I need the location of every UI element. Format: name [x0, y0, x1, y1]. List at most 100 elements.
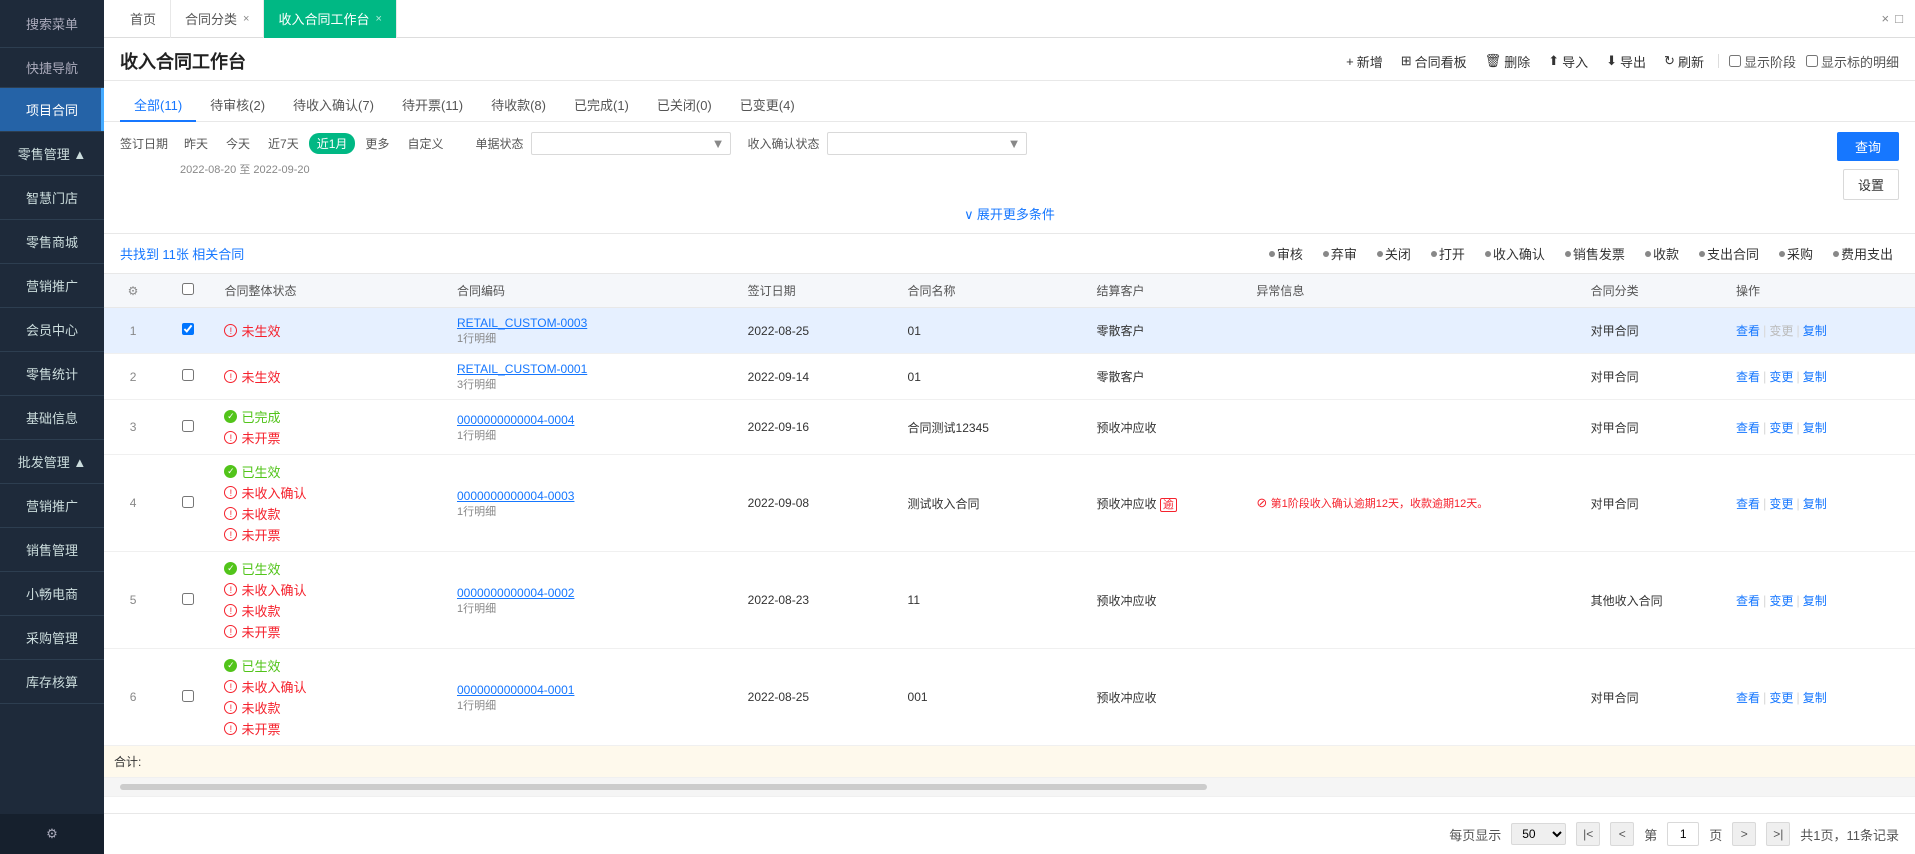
prev-page-btn[interactable]: < [1610, 822, 1634, 846]
action-btn-close[interactable]: 关闭 [1371, 242, 1417, 265]
row-check-4[interactable] [162, 552, 214, 649]
row-check-1[interactable] [162, 354, 214, 400]
action-btn-print[interactable]: 打开 [1425, 242, 1471, 265]
sub-tab-pending-invoice[interactable]: 待开票(11) [388, 89, 477, 122]
op-复制-5[interactable]: 复制 [1803, 691, 1827, 705]
date-btn-自定义[interactable]: 自定义 [399, 133, 451, 154]
sidebar-item-smart-store[interactable]: 智慧门店 [0, 176, 104, 220]
row-checkbox-4[interactable] [182, 593, 194, 605]
sidebar-item-retail-stats[interactable]: 零售统计 [0, 352, 104, 396]
checkbox-show-fields[interactable]: 显示阶段 [1729, 52, 1796, 71]
sidebar-item-inventory[interactable]: 库存核算 [0, 660, 104, 704]
op-查看-0[interactable]: 查看 [1736, 324, 1760, 338]
row-checkbox-0[interactable] [182, 323, 194, 335]
tab-contract-category[interactable]: 合同分类 × [171, 0, 264, 38]
op-变更-2[interactable]: 变更 [1769, 421, 1793, 435]
date-btn-昨天[interactable]: 昨天 [176, 133, 216, 154]
date-btn-近7天[interactable]: 近7天 [260, 133, 307, 154]
set-button[interactable]: 设置 [1843, 169, 1899, 200]
row-checkbox-1[interactable] [182, 369, 194, 381]
code-link-4[interactable]: 0000000000004-0002 [457, 586, 574, 600]
select-all-checkbox[interactable] [182, 283, 194, 295]
sub-tab-closed[interactable]: 已关闭(0) [643, 89, 726, 122]
page-size-select[interactable]: 50 100 200 [1511, 823, 1566, 845]
th-checkbox[interactable] [162, 274, 214, 308]
next-page-btn[interactable]: > [1732, 822, 1756, 846]
action-btn-payment[interactable]: 收款 [1639, 242, 1685, 265]
sub-tab-pending-payment[interactable]: 待收款(8) [477, 89, 560, 122]
tab-close-contract-category[interactable]: × [243, 13, 249, 25]
toolbar-btn-delete[interactable]: 🗑删除 [1481, 50, 1535, 73]
op-查看-5[interactable]: 查看 [1736, 691, 1760, 705]
gear-icon[interactable]: ⚙ [0, 814, 104, 854]
th-settings[interactable]: ⚙ [104, 274, 162, 308]
op-变更-5[interactable]: 变更 [1769, 691, 1793, 705]
window-resize-btn[interactable]: □ [1895, 11, 1903, 26]
scroll-area[interactable] [104, 778, 1915, 797]
row-check-0[interactable] [162, 308, 214, 354]
tab-close-income-contract[interactable]: × [375, 13, 381, 25]
op-查看-4[interactable]: 查看 [1736, 594, 1760, 608]
action-btn-purchase[interactable]: 采购 [1773, 242, 1819, 265]
first-page-btn[interactable]: |< [1576, 822, 1600, 846]
row-check-3[interactable] [162, 455, 214, 552]
sub-tab-completed[interactable]: 已完成(1) [560, 89, 643, 122]
toolbar-btn-dashboard[interactable]: ⊞合同看板 [1397, 50, 1471, 73]
toolbar-btn-export[interactable]: ⬇导出 [1602, 50, 1650, 73]
op-复制-4[interactable]: 复制 [1803, 594, 1827, 608]
op-变更-1[interactable]: 变更 [1769, 370, 1793, 384]
date-btn-近1月[interactable]: 近1月 [309, 133, 356, 154]
page-number-input[interactable] [1667, 822, 1699, 846]
code-link-3[interactable]: 0000000000004-0003 [457, 489, 574, 503]
op-变更-4[interactable]: 变更 [1769, 594, 1793, 608]
doc-status-select[interactable]: ▼ [531, 132, 731, 155]
op-复制-2[interactable]: 复制 [1803, 421, 1827, 435]
action-btn-review[interactable]: 审核 [1263, 242, 1309, 265]
action-btn-abandon[interactable]: 弃审 [1317, 242, 1363, 265]
sidebar-item-ecommerce[interactable]: 小畅电商 [0, 572, 104, 616]
date-btn-今天[interactable]: 今天 [218, 133, 258, 154]
sub-tab-changed[interactable]: 已变更(4) [726, 89, 809, 122]
tab-income-contract[interactable]: 收入合同工作台 × [264, 0, 396, 38]
op-查看-1[interactable]: 查看 [1736, 370, 1760, 384]
sub-tab-all[interactable]: 全部(11) [120, 89, 196, 122]
date-btn-更多[interactable]: 更多 [357, 133, 397, 154]
sidebar-item-retail[interactable]: 零售管理 ▲ [0, 132, 104, 176]
op-复制-0[interactable]: 复制 [1803, 324, 1827, 338]
expand-filter-btn[interactable]: ∨ 展开更多条件 [964, 208, 1055, 222]
row-check-2[interactable] [162, 400, 214, 455]
action-btn-income-confirm[interactable]: 收入确认 [1479, 242, 1551, 265]
income-confirm-select[interactable]: ▼ [827, 132, 1027, 155]
action-btn-expense-out[interactable]: 支出合同 [1693, 242, 1765, 265]
sidebar-item-project[interactable]: 项目合同 [0, 88, 104, 132]
row-checkbox-5[interactable] [182, 690, 194, 702]
op-变更-3[interactable]: 变更 [1769, 497, 1793, 511]
code-link-1[interactable]: RETAIL_CUSTOM-0001 [457, 362, 587, 376]
horizontal-scrollbar[interactable] [120, 784, 1207, 790]
action-btn-fee-out[interactable]: 费用支出 [1827, 242, 1899, 265]
input-show-fields[interactable] [1729, 55, 1741, 67]
toolbar-btn-add[interactable]: +新增 [1342, 50, 1387, 73]
sidebar-item-retail-mall[interactable]: 零售商城 [0, 220, 104, 264]
op-查看-2[interactable]: 查看 [1736, 421, 1760, 435]
tab-home[interactable]: 首页 [116, 0, 171, 38]
op-查看-3[interactable]: 查看 [1736, 497, 1760, 511]
checkbox-show-detail[interactable]: 显示标的明细 [1806, 52, 1899, 71]
window-close-btn[interactable]: × [1882, 11, 1890, 26]
last-page-btn[interactable]: >| [1766, 822, 1790, 846]
sidebar-search[interactable]: 搜索菜单 [0, 0, 104, 48]
sidebar-item-member[interactable]: 会员中心 [0, 308, 104, 352]
toolbar-btn-import[interactable]: ⬆导入 [1544, 50, 1592, 73]
toolbar-btn-refresh[interactable]: ↻刷新 [1660, 50, 1708, 73]
sidebar-nav[interactable]: 快捷导航 [0, 48, 104, 88]
sidebar-item-basic-info[interactable]: 基础信息 [0, 396, 104, 440]
sidebar-item-purchase[interactable]: 采购管理 [0, 616, 104, 660]
code-link-5[interactable]: 0000000000004-0001 [457, 683, 574, 697]
row-check-5[interactable] [162, 649, 214, 746]
code-link-2[interactable]: 0000000000004-0004 [457, 413, 574, 427]
input-show-detail[interactable] [1806, 55, 1818, 67]
query-button[interactable]: 查询 [1837, 132, 1899, 161]
op-复制-3[interactable]: 复制 [1803, 497, 1827, 511]
row-checkbox-3[interactable] [182, 496, 194, 508]
code-link-0[interactable]: RETAIL_CUSTOM-0003 [457, 316, 587, 330]
